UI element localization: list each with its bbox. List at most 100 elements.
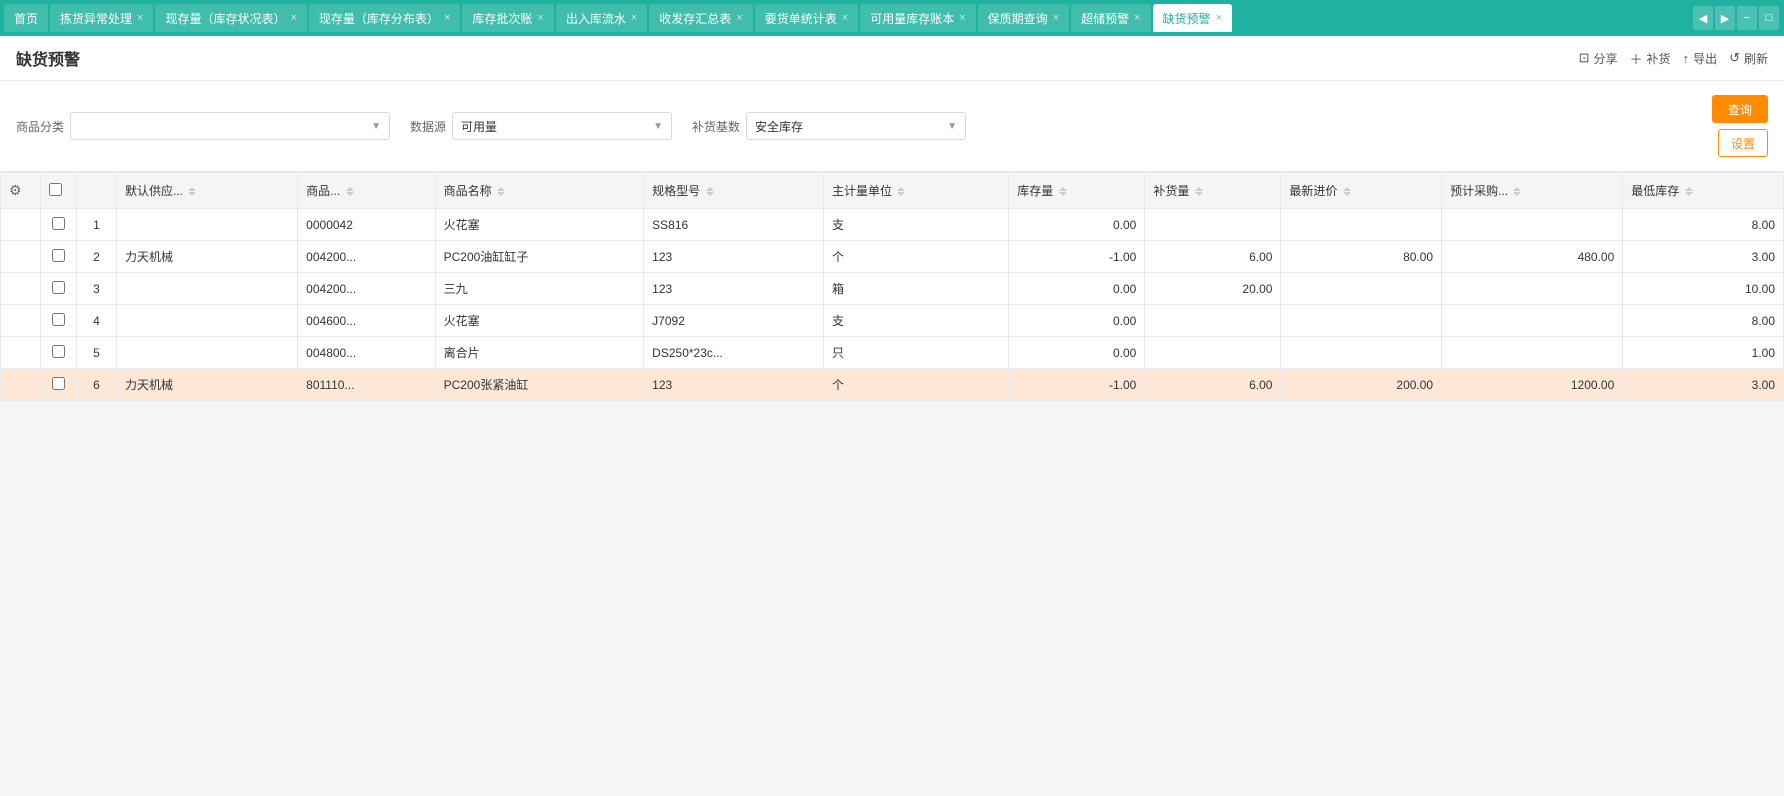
tab-next-btn[interactable]: ▶	[1715, 6, 1735, 30]
tab-minimize-btn[interactable]: −	[1737, 6, 1757, 30]
tab-close-stock-status[interactable]: ×	[290, 12, 296, 24]
tab-home[interactable]: 首页	[4, 4, 48, 32]
settings-button[interactable]: 设置	[1718, 129, 1768, 157]
row-product-name: PC200张紧油缸	[435, 369, 644, 401]
row-replenish-qty	[1145, 305, 1281, 337]
tab-close-shortage[interactable]: ×	[1216, 12, 1222, 24]
col-header-unit[interactable]: 主计量单位	[824, 173, 1009, 209]
col-header-spec[interactable]: 规格型号	[644, 173, 824, 209]
replenish-button[interactable]: ＋ 补货	[1630, 49, 1671, 68]
row-settings-cell	[1, 337, 41, 369]
row-supplier	[117, 305, 298, 337]
page-title: 缺货预警	[16, 46, 80, 70]
tab-maximize-btn[interactable]: □	[1759, 6, 1779, 30]
sort-icon-est-purchase	[1513, 187, 1521, 196]
export-icon: ↑	[1683, 51, 1690, 66]
row-settings-cell	[1, 209, 41, 241]
tab-close-flow[interactable]: ×	[631, 12, 637, 24]
row-latest-price	[1281, 209, 1442, 241]
row-checkbox-cell[interactable]	[41, 241, 77, 273]
tab-expiry[interactable]: 保质期查询 ×	[978, 4, 1069, 32]
col-header-stock[interactable]: 库存量	[1009, 173, 1145, 209]
sort-icon-product-name	[497, 187, 505, 196]
col-header-latest-price[interactable]: 最新进价	[1281, 173, 1442, 209]
row-checkbox-cell[interactable]	[41, 369, 77, 401]
category-select[interactable]: ▼	[70, 112, 390, 140]
row-checkbox[interactable]	[52, 313, 65, 326]
row-checkbox-cell[interactable]	[41, 337, 77, 369]
col-header-settings[interactable]: ⚙	[1, 173, 41, 209]
row-checkbox[interactable]	[52, 281, 65, 294]
table-row: 4 004600... 火花塞 J7092 支 0.00 8.00	[1, 305, 1784, 337]
filter-datasource-label: 数据源	[410, 118, 446, 135]
tab-close-expiry[interactable]: ×	[1053, 12, 1059, 24]
tab-close-summary[interactable]: ×	[736, 12, 742, 24]
row-latest-price	[1281, 305, 1442, 337]
row-replenish-qty: 20.00	[1145, 273, 1281, 305]
tab-stock-status[interactable]: 现存量（库存状况表） ×	[155, 4, 306, 32]
tab-bar: 首页 拣货异常处理 × 现存量（库存状况表） × 现存量（库存分布表） × 库存…	[0, 0, 1784, 36]
tab-shortage[interactable]: 缺货预警 ×	[1153, 4, 1232, 32]
table-row: 5 004800... 离合片 DS250*23c... 只 0.00 1.00	[1, 337, 1784, 369]
row-settings-cell	[1, 241, 41, 273]
header-actions: ⊡ 分享 ＋ 补货 ↑ 导出 ↺ 刷新	[1579, 49, 1768, 68]
sort-icon-spec	[706, 187, 714, 196]
col-header-num	[77, 173, 117, 209]
select-all-checkbox[interactable]	[49, 183, 62, 196]
col-header-product-code[interactable]: 商品...	[298, 173, 435, 209]
row-spec: 123	[644, 273, 824, 305]
row-est-purchase: 480.00	[1442, 241, 1623, 273]
row-settings-cell	[1, 273, 41, 305]
row-checkbox[interactable]	[52, 377, 65, 390]
tab-overstock[interactable]: 超储预警 ×	[1071, 4, 1150, 32]
table-body: 1 0000042 火花塞 SS816 支 0.00 8.00 2 力天机械 0…	[1, 209, 1784, 401]
tab-close-batch[interactable]: ×	[537, 12, 543, 24]
row-checkbox-cell[interactable]	[41, 273, 77, 305]
row-checkbox-cell[interactable]	[41, 209, 77, 241]
category-dropdown-icon: ▼	[371, 121, 381, 132]
datasource-select[interactable]: 可用量 ▼	[452, 112, 672, 140]
row-est-purchase	[1442, 305, 1623, 337]
sort-icon-supplier	[188, 187, 196, 196]
tab-summary[interactable]: 收发存汇总表 ×	[649, 4, 752, 32]
tab-demand[interactable]: 要货单统计表 ×	[755, 4, 858, 32]
col-header-est-purchase[interactable]: 预计采购...	[1442, 173, 1623, 209]
row-stock: -1.00	[1009, 369, 1145, 401]
row-unit: 只	[824, 337, 1009, 369]
row-latest-price	[1281, 337, 1442, 369]
tab-close-available[interactable]: ×	[959, 12, 965, 24]
tab-prev-btn[interactable]: ◀	[1693, 6, 1713, 30]
data-table: ⚙ 默认供应... 商品...	[0, 172, 1784, 401]
row-num: 1	[77, 209, 117, 241]
row-replenish-qty: 6.00	[1145, 241, 1281, 273]
replenish-select[interactable]: 安全库存 ▼	[746, 112, 966, 140]
tab-flow[interactable]: 出入库流水 ×	[556, 4, 647, 32]
col-header-min-stock[interactable]: 最低库存	[1623, 173, 1784, 209]
col-header-supplier[interactable]: 默认供应...	[117, 173, 298, 209]
col-header-product-name[interactable]: 商品名称	[435, 173, 644, 209]
tab-close-stock-dist[interactable]: ×	[444, 12, 450, 24]
tab-stock-dist[interactable]: 现存量（库存分布表） ×	[309, 4, 460, 32]
tab-close-overstock[interactable]: ×	[1134, 12, 1140, 24]
tab-close-abnormal[interactable]: ×	[137, 12, 143, 24]
row-product-name: 火花塞	[435, 305, 644, 337]
query-button[interactable]: 查询	[1712, 95, 1768, 123]
tab-abnormal[interactable]: 拣货异常处理 ×	[50, 4, 153, 32]
col-header-checkbox[interactable]	[41, 173, 77, 209]
row-checkbox-cell[interactable]	[41, 305, 77, 337]
refresh-button[interactable]: ↺ 刷新	[1729, 50, 1768, 67]
replenish-dropdown-icon: ▼	[947, 121, 957, 132]
row-checkbox[interactable]	[52, 345, 65, 358]
tab-close-demand[interactable]: ×	[842, 12, 848, 24]
row-checkbox[interactable]	[52, 217, 65, 230]
tab-batch[interactable]: 库存批次账 ×	[462, 4, 553, 32]
row-unit: 箱	[824, 273, 1009, 305]
row-num: 4	[77, 305, 117, 337]
share-button[interactable]: ⊡ 分享	[1579, 50, 1618, 67]
col-header-replenish-qty[interactable]: 补货量	[1145, 173, 1281, 209]
export-button[interactable]: ↑ 导出	[1683, 50, 1718, 67]
settings-gear-icon[interactable]: ⚙	[9, 182, 22, 198]
table-row: 3 004200... 三九 123 箱 0.00 20.00 10.00	[1, 273, 1784, 305]
row-checkbox[interactable]	[52, 249, 65, 262]
tab-available[interactable]: 可用量库存账本 ×	[860, 4, 975, 32]
